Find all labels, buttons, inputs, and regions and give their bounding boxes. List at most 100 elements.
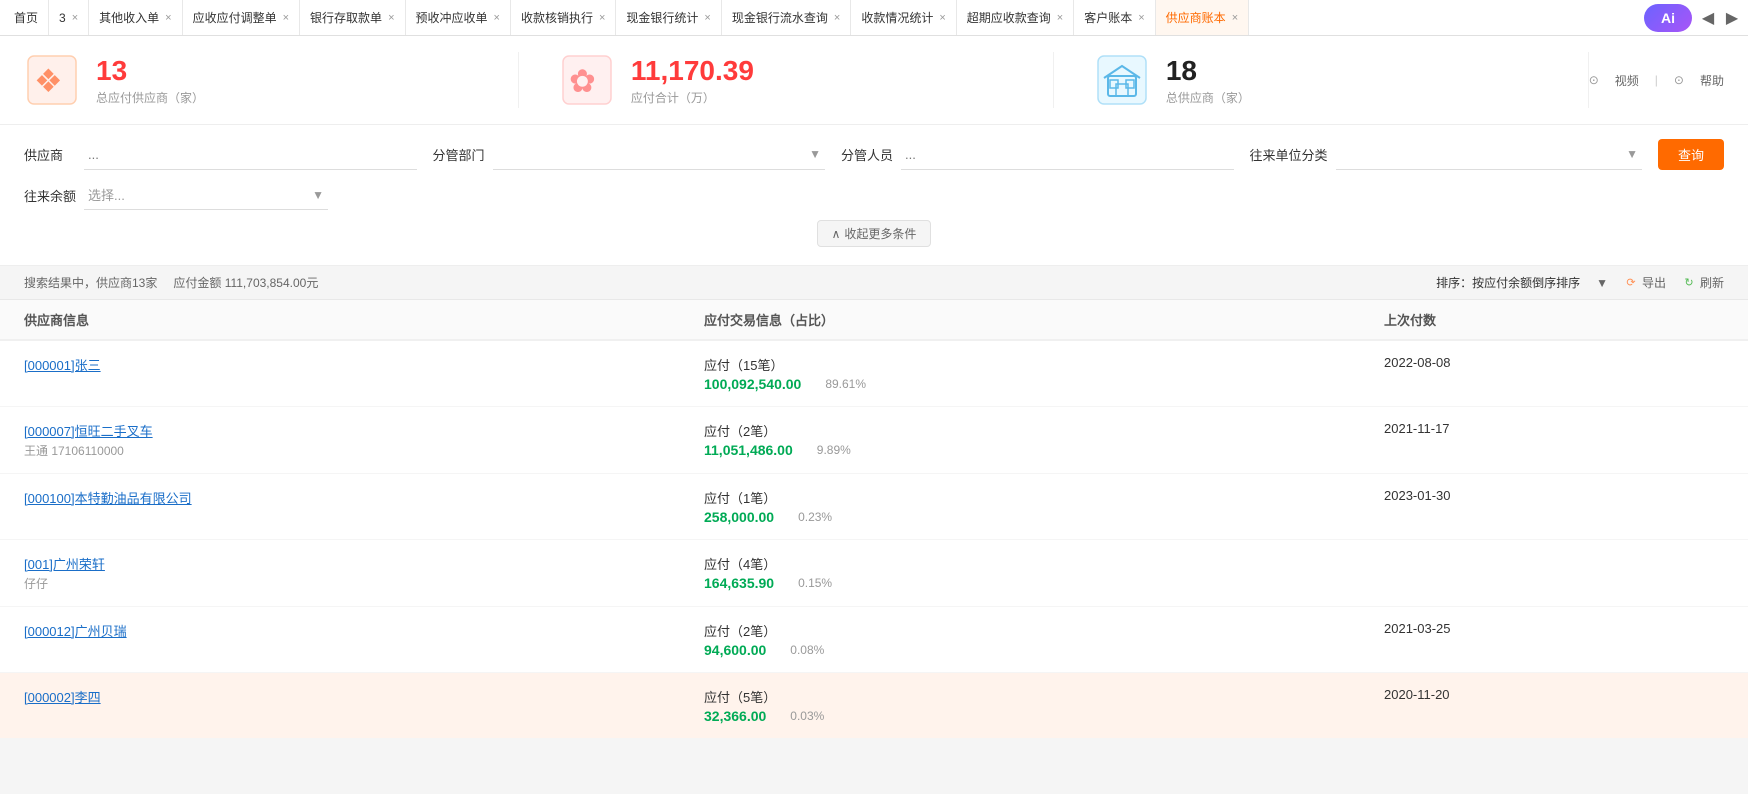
ai-button[interactable]: Ai: [1644, 4, 1692, 32]
close-tab-receipt-exec[interactable]: ×: [599, 12, 605, 24]
table-row: [000002]李四应付（5笔）32,366.000.03%2020-11-20: [0, 673, 1748, 739]
nav-next[interactable]: ▶: [1720, 0, 1744, 36]
filter-category: 往来单位分类 ▼: [1250, 140, 1659, 170]
payable-amount-row-4: 94,600.00 0.08%: [704, 642, 1384, 658]
dept-select[interactable]: ▼: [493, 140, 825, 170]
collapse-container: ∧ 收起更多条件: [24, 220, 1724, 247]
nav-tab-receipt-stat[interactable]: 收款情况统计×: [851, 0, 956, 36]
nav-tab-overdue-query[interactable]: 超期应收款查询×: [957, 0, 1074, 36]
nav-tab-customer-account[interactable]: 客户账本×: [1074, 0, 1155, 36]
filter-area: 供应商 分管部门 ▼ 分管人员 往来单位分类 ▼ 查询: [0, 125, 1748, 266]
export-button[interactable]: ⟳ 导出: [1624, 274, 1666, 291]
close-tab-cash-bank-flow[interactable]: ×: [834, 12, 840, 24]
payable-percent-2: 0.23%: [798, 510, 832, 524]
close-tab-prepay-receive[interactable]: ×: [494, 12, 500, 24]
nav-tab-prepay-receive[interactable]: 预收冲应收单×: [406, 0, 511, 36]
payable-info-0: 应付（15笔）100,092,540.0089.61%: [704, 355, 1384, 392]
category-chevron-icon: ▼: [1622, 147, 1642, 161]
total-suppliers-number: 18: [1166, 54, 1250, 88]
collapse-button[interactable]: ∧ 收起更多条件: [817, 220, 932, 247]
payable-percent-4: 0.08%: [790, 643, 824, 657]
payable-percent-5: 0.03%: [790, 709, 824, 723]
payable-amount-2[interactable]: 258,000.00: [704, 509, 774, 525]
refresh-button[interactable]: ↻ 刷新: [1682, 274, 1724, 291]
supplier-info-1: [000007]恒旺二手叉车王通 17106110000: [24, 421, 704, 459]
filter-row-1: 供应商 分管部门 ▼ 分管人员 往来单位分类 ▼ 查询: [24, 139, 1724, 170]
nav-tab-home[interactable]: 首页: [4, 0, 49, 36]
nav-tab-ap-adjust[interactable]: 应收应付调整单×: [183, 0, 300, 36]
balance-chevron-icon: ▼: [308, 188, 328, 202]
suppliers-count-content: 13 总应付供应商（家）: [96, 54, 204, 107]
supplier-icon: ❖: [24, 52, 80, 108]
nav-tab-cash-bank-stat[interactable]: 现金银行统计×: [616, 0, 721, 36]
supplier-link-4[interactable]: [000012]广州贝瑞: [24, 624, 127, 639]
result-amount-text: 应付金额 111,703,854.00元: [173, 274, 318, 291]
nav-tab-receipt-exec[interactable]: 收款核销执行×: [511, 0, 616, 36]
payable-percent-0: 89.61%: [825, 377, 866, 391]
payable-amount-row-0: 100,092,540.00 89.61%: [704, 376, 1384, 392]
export-label: 导出: [1642, 274, 1666, 291]
nav-tab-other-income[interactable]: 其他收入单×: [89, 0, 182, 36]
last-pay-date-5: 2020-11-20: [1384, 687, 1724, 702]
payable-percent-1: 9.89%: [817, 443, 851, 457]
supplier-filter-label: 供应商: [24, 145, 76, 164]
payable-total-label: 应付合计（万）: [631, 89, 754, 106]
balance-select[interactable]: 选择... ▼: [84, 180, 328, 210]
supplier-info-3: [001]广州荣轩仔仔: [24, 554, 704, 592]
close-tab-overdue-query[interactable]: ×: [1057, 12, 1063, 24]
person-input[interactable]: [901, 140, 1233, 170]
payable-amount-0[interactable]: 100,092,540.00: [704, 376, 801, 392]
nav-tab-tab3[interactable]: 3×: [49, 0, 89, 36]
payable-amount-row-3: 164,635.900.15%: [704, 575, 1384, 591]
close-tab-ap-adjust[interactable]: ×: [283, 12, 289, 24]
filter-dept: 分管部门 ▼: [433, 140, 842, 170]
last-pay-date-0: 2022-08-08: [1384, 355, 1724, 370]
supplier-link-5[interactable]: [000002]李四: [24, 690, 101, 705]
table-body: [000001]张三应付（15笔）100,092,540.0089.61%202…: [0, 341, 1748, 739]
payable-amount-4[interactable]: 94,600.00: [704, 642, 766, 658]
close-tab-supplier-account[interactable]: ×: [1232, 12, 1238, 24]
nav-tab-cash-bank-flow[interactable]: 现金银行流水查询×: [722, 0, 851, 36]
supplier-link-1[interactable]: [000007]恒旺二手叉车: [24, 424, 153, 439]
total-payable-suppliers: 13: [96, 54, 204, 88]
close-tab-other-income[interactable]: ×: [165, 12, 171, 24]
supplier-link-2[interactable]: [000100]本特勤油品有限公司: [24, 491, 192, 506]
payable-amount-3[interactable]: 164,635.90: [704, 575, 774, 591]
payable-amount-1[interactable]: 11,051,486.00: [704, 442, 793, 458]
close-tab-customer-account[interactable]: ×: [1138, 12, 1144, 24]
nav-tab-supplier-account[interactable]: 供应商账本×: [1156, 0, 1249, 36]
payable-amount-5[interactable]: 32,366.00: [704, 708, 766, 724]
top-nav: 首页3×其他收入单×应收应付调整单×银行存取款单×预收冲应收单×收款核销执行×现…: [0, 0, 1748, 36]
video-icon: ⊙: [1589, 73, 1599, 87]
th-last-pay: 上次付数: [1384, 310, 1724, 329]
search-button[interactable]: 查询: [1658, 139, 1724, 170]
close-tab-bank-deposit[interactable]: ×: [388, 12, 394, 24]
supplier-info-4: [000012]广州贝瑞: [24, 621, 704, 640]
video-link[interactable]: 视频: [1615, 72, 1639, 89]
dept-chevron-icon: ▼: [805, 147, 825, 161]
help-link[interactable]: 帮助: [1700, 72, 1724, 89]
payable-label-3: 应付（4笔）: [704, 554, 1384, 573]
category-select[interactable]: ▼: [1336, 140, 1642, 170]
close-tab-cash-bank-stat[interactable]: ×: [704, 12, 710, 24]
table-row: [000012]广州贝瑞应付（2笔）94,600.000.08%2021-03-…: [0, 607, 1748, 673]
supplier-link-3[interactable]: [001]广州荣轩: [24, 557, 105, 572]
amount-icon: ✿: [559, 52, 615, 108]
total-suppliers-content: 18 总供应商（家）: [1166, 54, 1250, 107]
close-tab-tab3[interactable]: ×: [72, 12, 78, 24]
table-row: [001]广州荣轩仔仔应付（4笔） 164,635.900.15%: [0, 540, 1748, 607]
table-row: [000001]张三应付（15笔）100,092,540.0089.61%202…: [0, 341, 1748, 407]
last-pay-date-4: 2021-03-25: [1384, 621, 1724, 636]
filter-row-2: 往来余额 选择... ▼: [24, 180, 1724, 210]
supplier-input[interactable]: [84, 140, 417, 170]
close-tab-receipt-stat[interactable]: ×: [939, 12, 945, 24]
payable-info-2: 应付（1笔）258,000.000.23%: [704, 488, 1384, 525]
refresh-label: 刷新: [1700, 274, 1724, 291]
nav-tab-bank-deposit[interactable]: 银行存取款单×: [300, 0, 405, 36]
payable-amount-content: 11,170.39 应付合计（万）: [631, 54, 754, 107]
supplier-link-0[interactable]: [000001]张三: [24, 358, 101, 373]
supplier-info-2: [000100]本特勤油品有限公司: [24, 488, 704, 507]
balance-filter-label: 往来余额: [24, 186, 76, 205]
nav-prev[interactable]: ◀: [1696, 0, 1720, 36]
total-payable-suppliers-label: 总应付供应商（家）: [96, 89, 204, 106]
